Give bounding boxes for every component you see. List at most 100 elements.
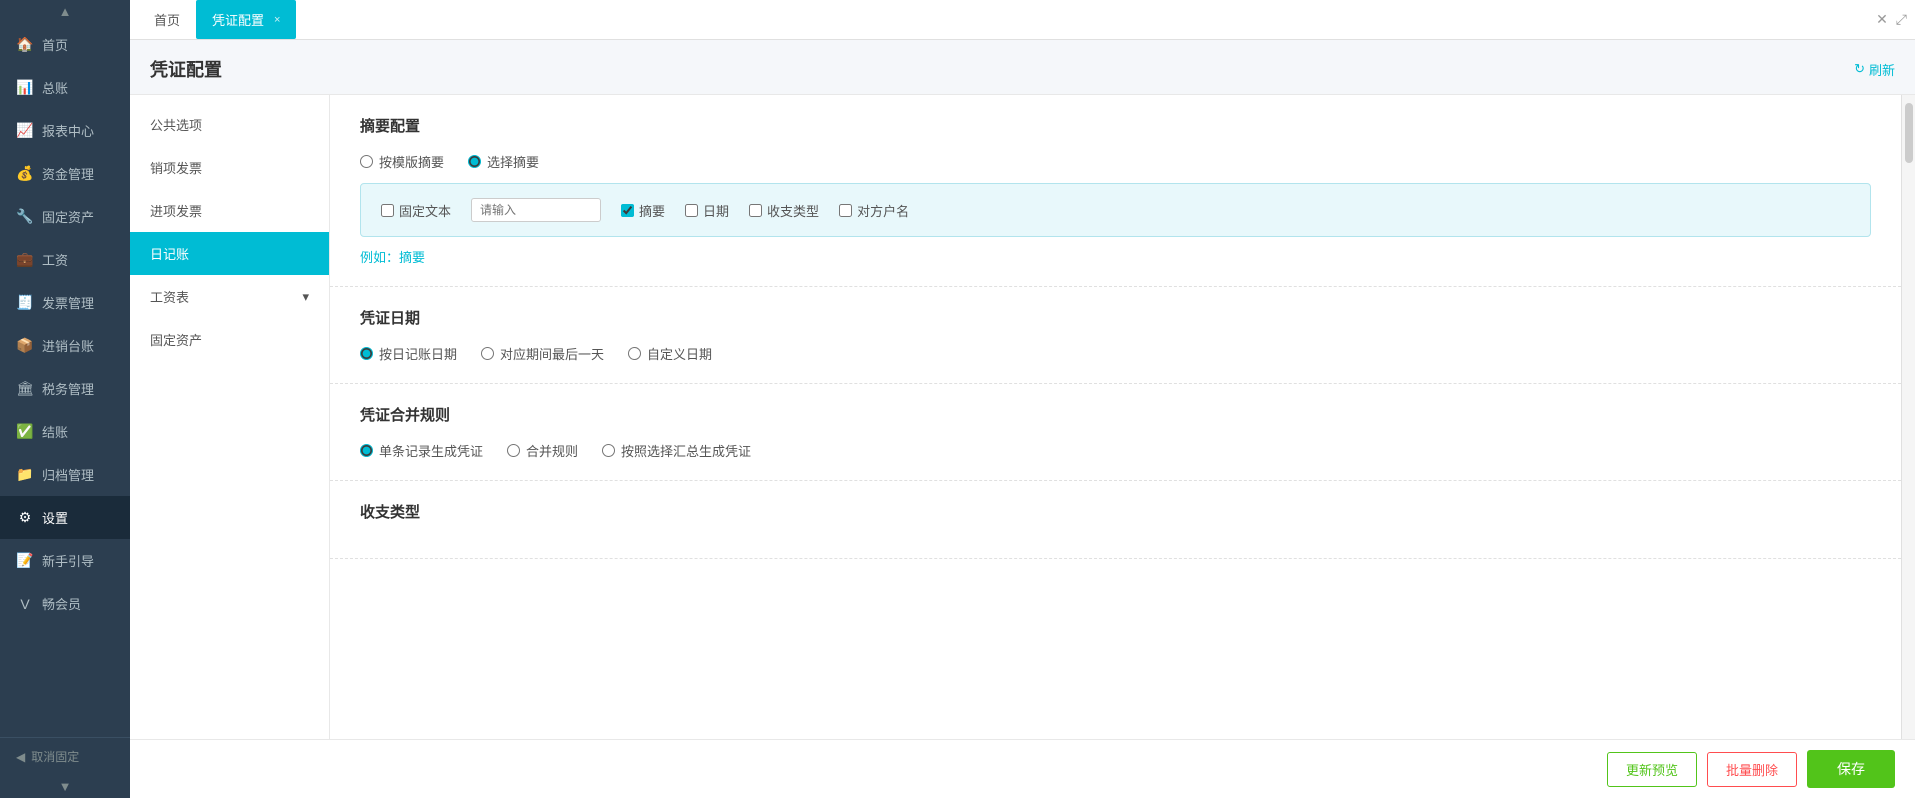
page-header: 凭证配置 ↻ 刷新	[130, 40, 1915, 95]
income-type-checkbox-label[interactable]: 收支类型	[749, 201, 819, 220]
refresh-button[interactable]: ↻ 刷新	[1854, 60, 1895, 79]
journal-date-radio[interactable]	[360, 347, 373, 360]
sidebar-label-checkout: 结账	[42, 422, 68, 441]
left-nav-item-工资表[interactable]: 工资表▾	[130, 275, 329, 318]
left-nav: 公共选项销项发票进项发票日记账工资表▾固定资产	[130, 95, 330, 739]
left-nav-item-日记账[interactable]: 日记账	[130, 232, 329, 275]
vip-icon: V	[16, 595, 34, 613]
period-last-day-option[interactable]: 对应期间最后一天	[481, 344, 604, 363]
voucher-date-section: 凭证日期 按日记账日期 对应期间最后一天 自定义日期	[330, 287, 1901, 384]
summary-select-radio[interactable]	[468, 155, 481, 168]
sidebar-item-stock[interactable]: 📦进销台账	[0, 324, 130, 367]
sidebar-item-tax[interactable]: 🏛 税务管理	[0, 367, 130, 410]
sidebar-label-settings: 设置	[42, 508, 68, 527]
sidebar-item-reports[interactable]: 📈 报表中心	[0, 109, 130, 152]
left-nav-item-公共选项[interactable]: 公共选项	[130, 103, 329, 146]
sidebar-item-assets[interactable]: 🔧 固定资产	[0, 195, 130, 238]
aggregate-option[interactable]: 按照选择汇总生成凭证	[602, 441, 751, 460]
custom-date-radio[interactable]	[628, 347, 641, 360]
summary-select-option[interactable]: 选择摘要	[468, 152, 539, 171]
sidebar-label-funds: 资金管理	[42, 164, 94, 183]
merge-rule-radio[interactable]	[507, 444, 520, 457]
merge-rules-radio-group: 单条记录生成凭证 合并规则 按照选择汇总生成凭证	[360, 441, 1871, 460]
sidebar-item-checkout[interactable]: ✅ 结账	[0, 410, 130, 453]
expand-window-icon[interactable]: ⤢	[1896, 11, 1907, 28]
left-nav-item-销项发票[interactable]: 销项发票	[130, 146, 329, 189]
settings-icon: ⚙	[16, 509, 34, 527]
sidebar: ▲ 🏠首页📊总账 📈 报表中心 💰 资金管理 🔧 固定资产 💼 工资 🧾 发票管理 📦进销台账 🏛 税务管…	[0, 0, 130, 798]
batch-delete-button[interactable]: 批量删除	[1707, 752, 1797, 787]
aggregate-radio[interactable]	[602, 444, 615, 457]
sidebar-item-invoice[interactable]: 🧾 发票管理	[0, 281, 130, 324]
sidebar-label-salary: 工资	[42, 250, 68, 269]
income-expense-title: 收支类型	[360, 501, 1871, 522]
period-last-day-radio[interactable]	[481, 347, 494, 360]
date-checkbox[interactable]	[685, 204, 698, 217]
sidebar-item-salary[interactable]: 💼 工资	[0, 238, 130, 281]
summary-radio-group: 按模版摘要 选择摘要	[360, 152, 1871, 171]
date-checkbox-label[interactable]: 日期	[685, 201, 729, 220]
checkout-icon: ✅	[16, 423, 34, 441]
sidebar-label-invoice: 发票管理	[42, 293, 94, 312]
sidebar-unpin-button[interactable]: ◀ 取消固定	[0, 737, 130, 775]
sidebar-item-funds[interactable]: 💰 资金管理	[0, 152, 130, 195]
tab-label: 凭证配置	[212, 10, 264, 29]
sidebar-label-tax: 税务管理	[42, 379, 94, 398]
single-record-option[interactable]: 单条记录生成凭证	[360, 441, 483, 460]
custom-date-option[interactable]: 自定义日期	[628, 344, 712, 363]
fixed-text-checkbox-label[interactable]: 固定文本	[381, 201, 451, 220]
close-window-icon[interactable]: ✕	[1876, 11, 1888, 28]
save-button[interactable]: 保存	[1807, 750, 1895, 788]
merge-rules-section: 凭证合并规则 单条记录生成凭证 合并规则 按照选择汇总生成凭证	[330, 384, 1901, 481]
merge-rule-option[interactable]: 合并规则	[507, 441, 578, 460]
funds-icon: 💰	[16, 165, 34, 183]
refresh-icon: ↻	[1854, 61, 1865, 77]
summary-checkbox-label[interactable]: 摘要	[621, 201, 665, 220]
left-nav-label: 日记账	[150, 244, 189, 263]
fixed-text-input[interactable]	[471, 198, 601, 222]
assets-icon: 🔧	[16, 208, 34, 226]
sidebar-label-vip: 畅会员	[42, 594, 81, 613]
journal-date-option[interactable]: 按日记账日期	[360, 344, 457, 363]
sidebar-item-ledger[interactable]: 📊总账	[0, 66, 130, 109]
tab-label: 首页	[154, 10, 180, 29]
sidebar-scroll-down[interactable]: ▼	[0, 775, 130, 798]
counterparty-checkbox-label[interactable]: 对方户名	[839, 201, 909, 220]
summary-template-radio[interactable]	[360, 155, 373, 168]
right-scrollbar	[1901, 95, 1915, 739]
tab-close-icon[interactable]: ×	[274, 14, 280, 26]
tab-bar-actions: ✕ ⤢	[1876, 11, 1907, 28]
sidebar-item-archive[interactable]: 📁归档管理	[0, 453, 130, 496]
invoice-icon: 🧾	[16, 294, 34, 312]
archive-icon: 📁	[16, 466, 34, 484]
sidebar-scroll-up[interactable]: ▲	[0, 0, 130, 23]
sidebar-item-guide[interactable]: 📝新手引导	[0, 539, 130, 582]
voucher-date-title: 凭证日期	[360, 307, 1871, 328]
sidebar-item-settings[interactable]: ⚙ 设置	[0, 496, 130, 539]
fixed-text-checkbox[interactable]	[381, 204, 394, 217]
salary-icon: 💼	[16, 251, 34, 269]
income-type-checkbox[interactable]	[749, 204, 762, 217]
single-record-radio[interactable]	[360, 444, 373, 457]
sidebar-label-assets: 固定资产	[42, 207, 94, 226]
tab-首页[interactable]: 首页	[138, 0, 196, 39]
tab-bar: 首页 凭证配置 × ✕ ⤢	[130, 0, 1915, 40]
left-nav-item-固定资产[interactable]: 固定资产	[130, 318, 329, 361]
summary-checkbox[interactable]	[621, 204, 634, 217]
unpin-icon: ◀	[16, 750, 25, 764]
left-nav-label: 销项发票	[150, 158, 202, 177]
summary-template-option[interactable]: 按模版摘要	[360, 152, 444, 171]
reports-icon: 📈	[16, 122, 34, 140]
scrollbar-thumb[interactable]	[1905, 103, 1913, 163]
tax-icon: 🏛	[16, 380, 34, 398]
update-preview-button[interactable]: 更新预览	[1607, 752, 1697, 787]
sidebar-label-reports: 报表中心	[42, 121, 94, 140]
sidebar-item-home[interactable]: 🏠首页	[0, 23, 130, 66]
sidebar-item-vip[interactable]: V 畅会员	[0, 582, 130, 625]
counterparty-checkbox[interactable]	[839, 204, 852, 217]
left-nav-label: 工资表	[150, 287, 189, 306]
sidebar-label-home: 首页	[42, 35, 68, 54]
sidebar-label-stock: 进销台账	[42, 336, 94, 355]
left-nav-item-进项发票[interactable]: 进项发票	[130, 189, 329, 232]
tab-凭证配置[interactable]: 凭证配置 ×	[196, 0, 296, 39]
